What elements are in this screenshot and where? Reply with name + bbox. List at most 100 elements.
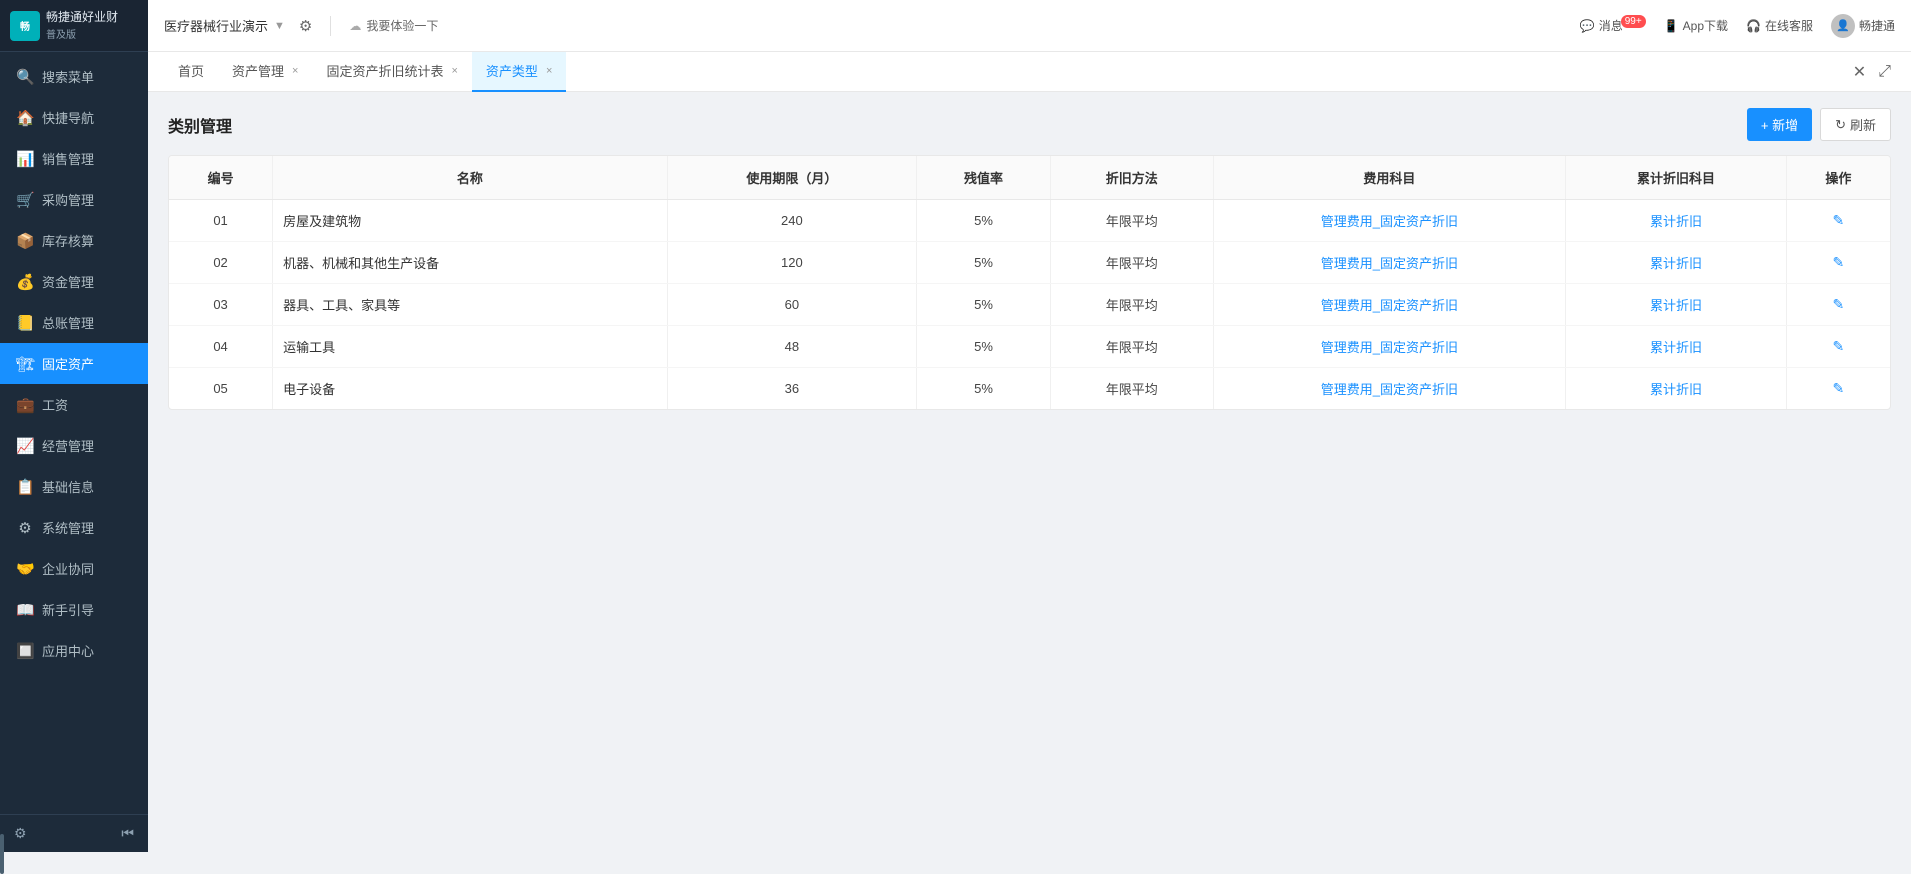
edit-row-button[interactable]: ✎ bbox=[1833, 380, 1845, 397]
data-cell: 05 bbox=[169, 368, 273, 410]
guide-icon: 📖 bbox=[16, 601, 34, 619]
capital-icon: 💰 bbox=[16, 273, 34, 291]
data-cell: 运输工具 bbox=[273, 326, 667, 368]
app-center-icon: 🔲 bbox=[16, 642, 34, 660]
sidebar-item-salary[interactable]: 💼 工资 bbox=[0, 384, 148, 425]
data-cell: 房屋及建筑物 bbox=[273, 200, 667, 242]
expand-tab-button[interactable]: ⤢ bbox=[1874, 60, 1895, 84]
sidebar-item-fixed-assets[interactable]: 🏗 固定资产 bbox=[0, 343, 148, 384]
tab-close-asset-mgmt-icon[interactable]: × bbox=[292, 65, 298, 77]
sidebar-item-guide[interactable]: 📖 新手引导 bbox=[0, 589, 148, 630]
edit-cell[interactable]: ✎ bbox=[1786, 284, 1890, 326]
table-row: 04运输工具485%年限平均管理费用_固定资产折旧累计折旧✎ bbox=[169, 326, 1890, 368]
messages-button[interactable]: 💬 消息 99+ bbox=[1580, 17, 1646, 34]
tab-asset-mgmt[interactable]: 资产管理× bbox=[218, 52, 312, 92]
user-menu[interactable]: 👤 畅捷通 bbox=[1831, 14, 1895, 38]
trial-label: 我要体验一下 bbox=[366, 17, 438, 34]
refresh-button[interactable]: ↻ 刷新 bbox=[1820, 108, 1891, 141]
data-cell: 36 bbox=[667, 368, 917, 410]
data-cell: 累计折旧 bbox=[1566, 368, 1787, 410]
tab-label: 首页 bbox=[178, 61, 204, 80]
sidebar-item-purchase[interactable]: 🛒 采购管理 bbox=[0, 179, 148, 220]
search-icon: 🔍 bbox=[16, 68, 34, 86]
sidebar-item-capital[interactable]: 💰 资金管理 bbox=[0, 261, 148, 302]
cloud-icon: ☁ bbox=[349, 19, 361, 33]
user-name: 畅捷通 bbox=[1859, 17, 1895, 34]
col-header: 残值率 bbox=[917, 156, 1051, 200]
topbar-divider bbox=[330, 16, 331, 36]
tab-depreciation[interactable]: 固定资产折旧统计表 × bbox=[312, 52, 471, 92]
data-cell: 02 bbox=[169, 242, 273, 284]
edit-row-button[interactable]: ✎ bbox=[1833, 212, 1845, 229]
sidebar-nav: 🔍 搜索菜单 🏠 快捷导航 📊 销售管理 🛒 采购管理 📦 库存核算 💰 资金管… bbox=[0, 52, 148, 814]
sidebar-item-inventory[interactable]: 📦 库存核算 bbox=[0, 220, 148, 261]
edit-cell[interactable]: ✎ bbox=[1786, 326, 1890, 368]
data-cell: 机器、机械和其他生产设备 bbox=[273, 242, 667, 284]
online-service-button[interactable]: 🎧 在线客服 bbox=[1746, 17, 1813, 34]
edit-row-button[interactable]: ✎ bbox=[1833, 296, 1845, 313]
sidebar-item-business[interactable]: 📈 经营管理 bbox=[0, 425, 148, 466]
tab-label: 固定资产折旧统计表 bbox=[326, 61, 443, 80]
sidebar-item-label: 库存核算 bbox=[42, 231, 94, 250]
data-cell: 5% bbox=[917, 284, 1051, 326]
logo-icon: 畅 bbox=[10, 11, 40, 41]
edit-cell[interactable]: ✎ bbox=[1786, 200, 1890, 242]
sidebar-item-ledger[interactable]: 📒 总账管理 bbox=[0, 302, 148, 343]
sidebar-item-sales[interactable]: 📊 销售管理 bbox=[0, 138, 148, 179]
data-cell: 年限平均 bbox=[1050, 368, 1213, 410]
sidebar-item-label: 快捷导航 bbox=[42, 108, 94, 127]
main-area: 医疗器械行业演示 ▼ ⚙ ☁ 我要体验一下 💬 消息 99+ 📱 App下载 🎧… bbox=[148, 0, 1911, 852]
tab-close-asset-type-icon[interactable]: × bbox=[546, 65, 552, 77]
topbar-right: 💬 消息 99+ 📱 App下载 🎧 在线客服 👤 畅捷通 bbox=[1580, 14, 1895, 38]
module-selector[interactable]: 医疗器械行业演示 ▼ bbox=[164, 16, 285, 35]
tab-asset-type[interactable]: 资产类型× bbox=[472, 52, 566, 92]
message-icon: 💬 bbox=[1580, 19, 1595, 33]
edit-row-button[interactable]: ✎ bbox=[1833, 338, 1845, 355]
data-cell: 电子设备 bbox=[273, 368, 667, 410]
data-cell: 器具、工具、家具等 bbox=[273, 284, 667, 326]
data-cell: 5% bbox=[917, 242, 1051, 284]
page-title: 类别管理 bbox=[168, 113, 232, 137]
data-cell: 04 bbox=[169, 326, 273, 368]
settings-icon[interactable]: ⚙ bbox=[14, 825, 27, 842]
new-button[interactable]: + 新增 bbox=[1747, 108, 1812, 141]
app-download-button[interactable]: 📱 App下载 bbox=[1664, 17, 1728, 34]
chevron-down-icon: ▼ bbox=[274, 20, 285, 32]
sidebar-item-basic-info[interactable]: 📋 基础信息 bbox=[0, 466, 148, 507]
sidebar-item-label: 固定资产 bbox=[42, 354, 94, 373]
system-icon: ⚙ bbox=[16, 519, 34, 537]
service-icon: 🎧 bbox=[1746, 19, 1761, 33]
edit-row-button[interactable]: ✎ bbox=[1833, 254, 1845, 271]
edit-cell[interactable]: ✎ bbox=[1786, 242, 1890, 284]
sidebar-item-enterprise[interactable]: 🤝 企业协同 bbox=[0, 548, 148, 589]
download-icon: 📱 bbox=[1664, 19, 1679, 33]
sidebar-item-label: 应用中心 bbox=[42, 641, 94, 660]
refresh-icon: ↻ bbox=[1835, 117, 1846, 133]
data-cell: 管理费用_固定资产折旧 bbox=[1213, 368, 1566, 410]
trial-button[interactable]: ☁ 我要体验一下 bbox=[349, 17, 438, 34]
sidebar-item-quick-nav[interactable]: 🏠 快捷导航 bbox=[0, 97, 148, 138]
salary-icon: 💼 bbox=[16, 396, 34, 414]
close-tab-button[interactable]: ✕ bbox=[1849, 60, 1870, 84]
tab-close-depreciation-icon[interactable]: × bbox=[451, 65, 457, 77]
col-header: 费用科目 bbox=[1213, 156, 1566, 200]
collapse-icon[interactable]: ⏮ bbox=[121, 825, 134, 842]
data-cell: 累计折旧 bbox=[1566, 242, 1787, 284]
sidebar-item-system[interactable]: ⚙ 系统管理 bbox=[0, 507, 148, 548]
sidebar-logo: 畅 畅捷通好业财 普及版 bbox=[0, 0, 148, 52]
business-icon: 📈 bbox=[16, 437, 34, 455]
gear-icon[interactable]: ⚙ bbox=[299, 17, 312, 35]
table-row: 03器具、工具、家具等605%年限平均管理费用_固定资产折旧累计折旧✎ bbox=[169, 284, 1890, 326]
data-cell: 管理费用_固定资产折旧 bbox=[1213, 200, 1566, 242]
edit-cell[interactable]: ✎ bbox=[1786, 368, 1890, 410]
data-cell: 5% bbox=[917, 326, 1051, 368]
category-table: 编号名称使用期限（月）残值率折旧方法费用科目累计折旧科目操作 01房屋及建筑物2… bbox=[169, 156, 1890, 409]
page-header: 类别管理 + 新增 ↻ 刷新 bbox=[168, 108, 1891, 141]
sidebar-item-label: 系统管理 bbox=[42, 518, 94, 537]
tab-home[interactable]: 首页 bbox=[164, 52, 218, 92]
data-cell: 年限平均 bbox=[1050, 242, 1213, 284]
page-actions: + 新增 ↻ 刷新 bbox=[1747, 108, 1891, 141]
sidebar-item-search[interactable]: 🔍 搜索菜单 bbox=[0, 56, 148, 97]
sidebar-item-app-center[interactable]: 🔲 应用中心 bbox=[0, 630, 148, 671]
data-cell: 年限平均 bbox=[1050, 200, 1213, 242]
